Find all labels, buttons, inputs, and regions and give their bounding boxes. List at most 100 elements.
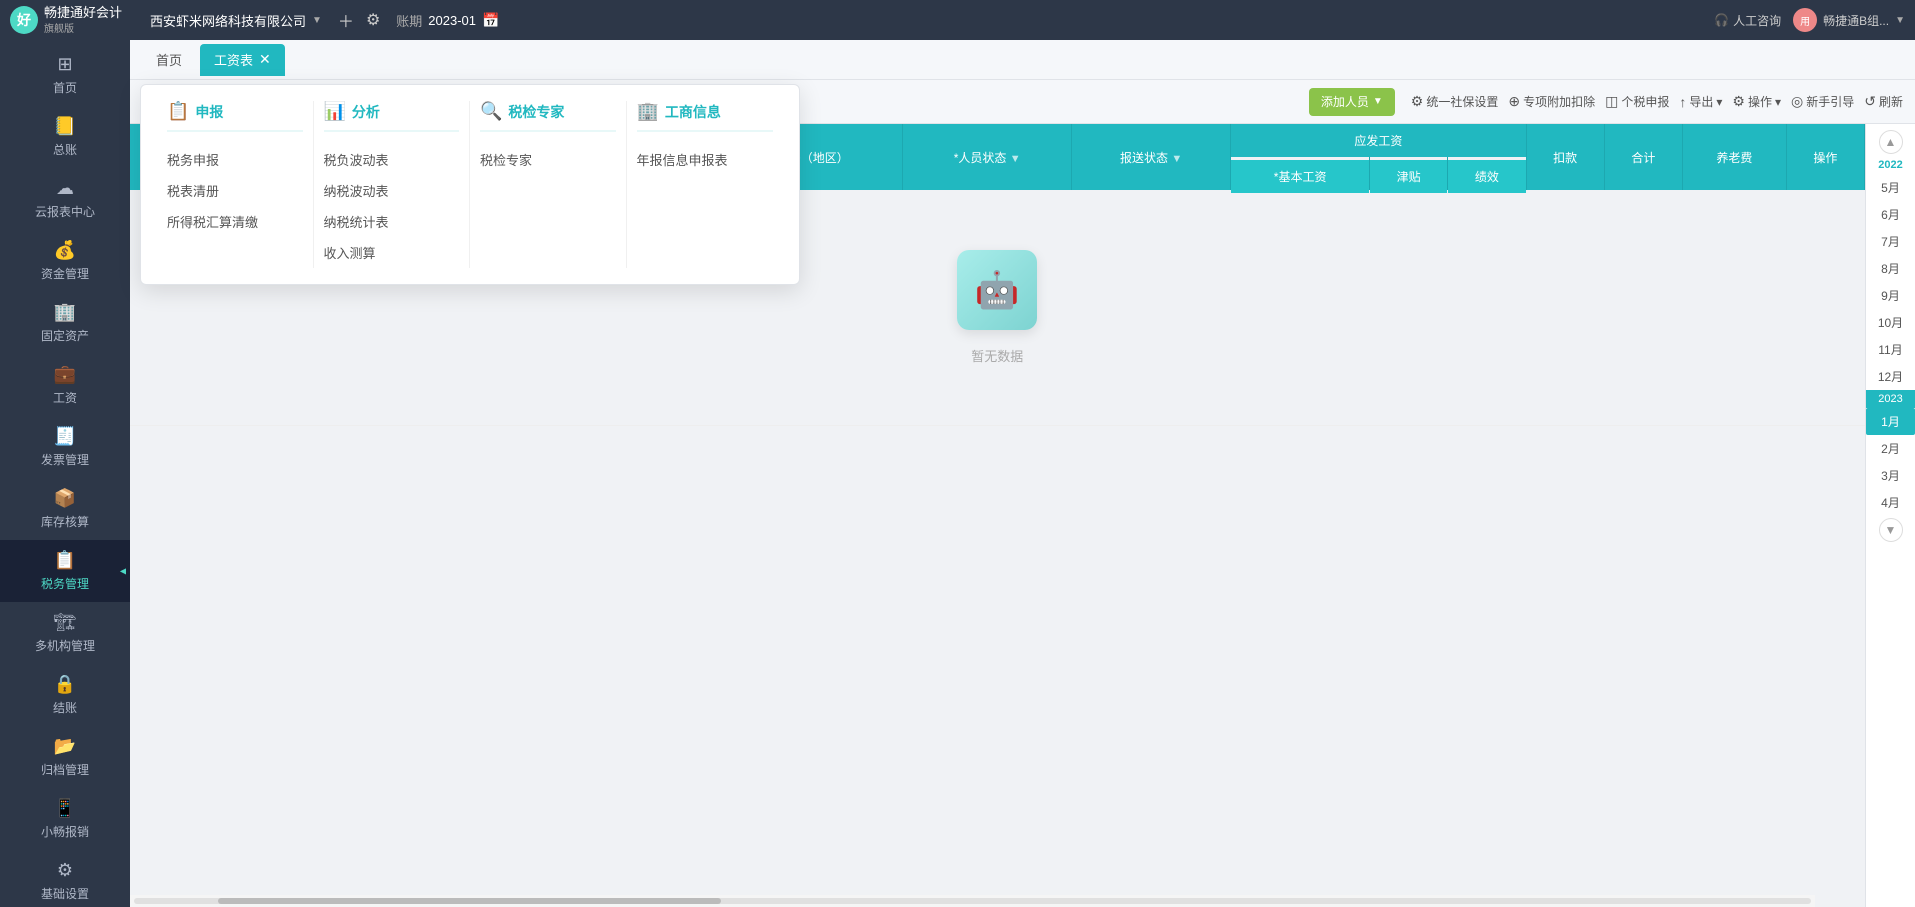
- export-label: 导出: [1689, 93, 1713, 110]
- annual-report-item[interactable]: 年报信息申报表: [637, 144, 774, 175]
- month-2023-03[interactable]: 3月: [1866, 462, 1915, 489]
- sidebar-item-mini-app[interactable]: 📱 小畅报销: [0, 788, 130, 850]
- declaration-title: 申报: [195, 102, 223, 122]
- refresh-btn[interactable]: ↺ 刷新: [1864, 93, 1903, 110]
- scrollbar-track: [134, 898, 1811, 904]
- sidebar-item-tax[interactable]: 📋 税务管理: [0, 540, 130, 602]
- tax-expert-icon: 🔍: [480, 101, 502, 122]
- app-name: 畅捷通好会计: [44, 5, 122, 21]
- month-2022-05[interactable]: 5月: [1866, 174, 1915, 201]
- operations-btn[interactable]: ⚙ 操作 ▾: [1732, 93, 1781, 110]
- month-2023-02[interactable]: 2月: [1866, 435, 1915, 462]
- dropdown-grid: 📋 申报 税务申报 税表清册 所得税汇算清缴 📊 分析 税负波动表 纳税波动表 …: [157, 101, 783, 268]
- sidebar-item-cloud-report[interactable]: ☁ 云报表中心: [0, 168, 130, 230]
- cloud-icon: ☁: [56, 178, 74, 199]
- company-name: 西安虾米网络科技有限公司: [150, 11, 306, 30]
- dropdown-col-tax-expert: 🔍 税检专家 税检专家: [470, 101, 627, 268]
- horizontal-scrollbar[interactable]: [130, 895, 1815, 907]
- analysis-title: 分析: [352, 102, 380, 122]
- income-tax-item[interactable]: 所得税汇算清缴: [167, 206, 303, 237]
- sidebar-item-fixed-assets[interactable]: 🏢 固定资产: [0, 292, 130, 354]
- mini-app-icon: 📱: [54, 798, 76, 819]
- sidebar-label-archive: 归档管理: [41, 761, 89, 778]
- month-2023-04[interactable]: 4月: [1866, 489, 1915, 516]
- dropdown-col-declaration: 📋 申报 税务申报 税表清册 所得税汇算清缴: [157, 101, 314, 268]
- sidebar-item-payroll[interactable]: 💼 工资: [0, 354, 130, 416]
- sidebar-item-home[interactable]: ⊞ 首页: [0, 44, 130, 106]
- tax-table-item[interactable]: 税表清册: [167, 175, 303, 206]
- special-deduction-icon: ⊕: [1508, 93, 1520, 110]
- export-btn[interactable]: ↑ 导出 ▾: [1679, 93, 1722, 110]
- month-2022-12[interactable]: 12月: [1866, 363, 1915, 390]
- user-area[interactable]: 用 畅捷通B组... ▼: [1793, 8, 1905, 32]
- header-base-salary: *基本工资: [1231, 160, 1370, 193]
- special-deduction-btn[interactable]: ⊕ 专项附加扣除: [1508, 93, 1595, 110]
- sidebar-label-invoice: 发票管理: [41, 451, 89, 468]
- user-name: 畅捷通B组...: [1823, 12, 1889, 29]
- header-send-status: 报送状态 ▼: [1072, 124, 1231, 190]
- tax-declaration-btn[interactable]: ◫ 个税申报: [1605, 93, 1669, 110]
- month-2022-09[interactable]: 9月: [1866, 282, 1915, 309]
- month-2022-08[interactable]: 8月: [1866, 255, 1915, 282]
- year-2023-section: 2023: [1866, 390, 1915, 408]
- sidebar-item-fund[interactable]: 💰 资金管理: [0, 230, 130, 292]
- add-icon[interactable]: ＋: [338, 8, 354, 32]
- month-2023-01[interactable]: 1月: [1866, 408, 1915, 435]
- home-tab-label: 首页: [156, 50, 182, 69]
- status-filter-icon[interactable]: ▼: [1010, 153, 1021, 165]
- app-logo: 好 畅捷通好会计 旗舰版: [10, 5, 140, 36]
- sidebar-item-invoice[interactable]: 🧾 发票管理: [0, 416, 130, 478]
- help-button[interactable]: 🎧 人工咨询: [1714, 12, 1781, 29]
- sidebar-item-general-ledger[interactable]: 📒 总账: [0, 106, 130, 168]
- company-selector[interactable]: 西安虾米网络科技有限公司 ▼: [150, 11, 322, 30]
- header-status: *人员状态 ▼: [903, 124, 1072, 190]
- sidebar-item-inventory[interactable]: 📦 库存核算: [0, 478, 130, 540]
- add-btn-label: 添加人员: [1321, 93, 1369, 110]
- add-person-button[interactable]: 添加人员 ▼: [1309, 88, 1395, 116]
- operations-chevron: ▾: [1775, 95, 1781, 109]
- period-label: 账期: [396, 11, 422, 30]
- year-up-arrow[interactable]: ▲: [1879, 130, 1903, 154]
- settings-icon[interactable]: ⚙: [366, 10, 380, 30]
- sidebar-item-multi-org[interactable]: 🏗 多机构管理: [0, 602, 130, 664]
- header-total: 合计: [1604, 124, 1682, 190]
- month-2022-06[interactable]: 6月: [1866, 201, 1915, 228]
- month-2022-10[interactable]: 10月: [1866, 309, 1915, 336]
- tab-close-icon[interactable]: ✕: [259, 51, 271, 68]
- sidebar-label-inventory: 库存核算: [41, 513, 89, 530]
- period-area: 账期 2023-01 📅: [396, 11, 499, 30]
- dropdown-col-analysis: 📊 分析 税负波动表 纳税波动表 纳税统计表 收入测算: [314, 101, 471, 268]
- home-icon: ⊞: [57, 54, 72, 75]
- tax-expert-item[interactable]: 税检专家: [480, 144, 616, 175]
- guide-btn[interactable]: ◎ 新手引导: [1791, 93, 1854, 110]
- analysis-header: 📊 分析: [324, 101, 460, 132]
- calendar-icon[interactable]: 📅: [482, 12, 499, 29]
- income-estimate-item[interactable]: 收入测算: [324, 237, 460, 268]
- month-2022-07[interactable]: 7月: [1866, 228, 1915, 255]
- user-dropdown-icon: ▼: [1895, 15, 1905, 26]
- sidebar-item-archive[interactable]: 📂 归档管理: [0, 726, 130, 788]
- tab-home[interactable]: 首页: [142, 44, 196, 76]
- tax-stats-item[interactable]: 纳税统计表: [324, 206, 460, 237]
- sidebar-label-multi-org: 多机构管理: [35, 637, 95, 654]
- top-right-area: 🎧 人工咨询 用 畅捷通B组... ▼: [1714, 8, 1905, 32]
- scrollbar-thumb[interactable]: [218, 898, 721, 904]
- sidebar-label-ledger: 总账: [53, 141, 77, 158]
- tax-fluctuation-item[interactable]: 纳税波动表: [324, 175, 460, 206]
- tax-declaration-label: 个税申报: [1621, 93, 1669, 110]
- business-icon: 🏢: [637, 101, 659, 122]
- month-2022-11[interactable]: 11月: [1866, 336, 1915, 363]
- send-filter-icon[interactable]: ▼: [1171, 153, 1182, 165]
- basic-settings-icon: ⚙: [57, 860, 73, 881]
- tab-payroll[interactable]: 工资表 ✕: [200, 44, 285, 76]
- sidebar-item-close-period[interactable]: 🔒 结账: [0, 664, 130, 726]
- tax-declaration-item[interactable]: 税务申报: [167, 144, 303, 175]
- tax-icon: 📋: [54, 550, 76, 571]
- tax-burden-item[interactable]: 税负波动表: [324, 144, 460, 175]
- social-insurance-btn[interactable]: ⚙ 统一社保设置: [1411, 93, 1499, 110]
- year-down-arrow[interactable]: ▼: [1879, 518, 1903, 542]
- tax-expert-title: 税检专家: [508, 102, 564, 122]
- period-value[interactable]: 2023-01: [428, 13, 476, 28]
- toolbar-actions: ⚙ 统一社保设置 ⊕ 专项附加扣除 ◫ 个税申报 ↑ 导出 ▾ ⚙: [1411, 93, 1903, 110]
- sidebar-item-basic-settings[interactable]: ⚙ 基础设置: [0, 850, 130, 907]
